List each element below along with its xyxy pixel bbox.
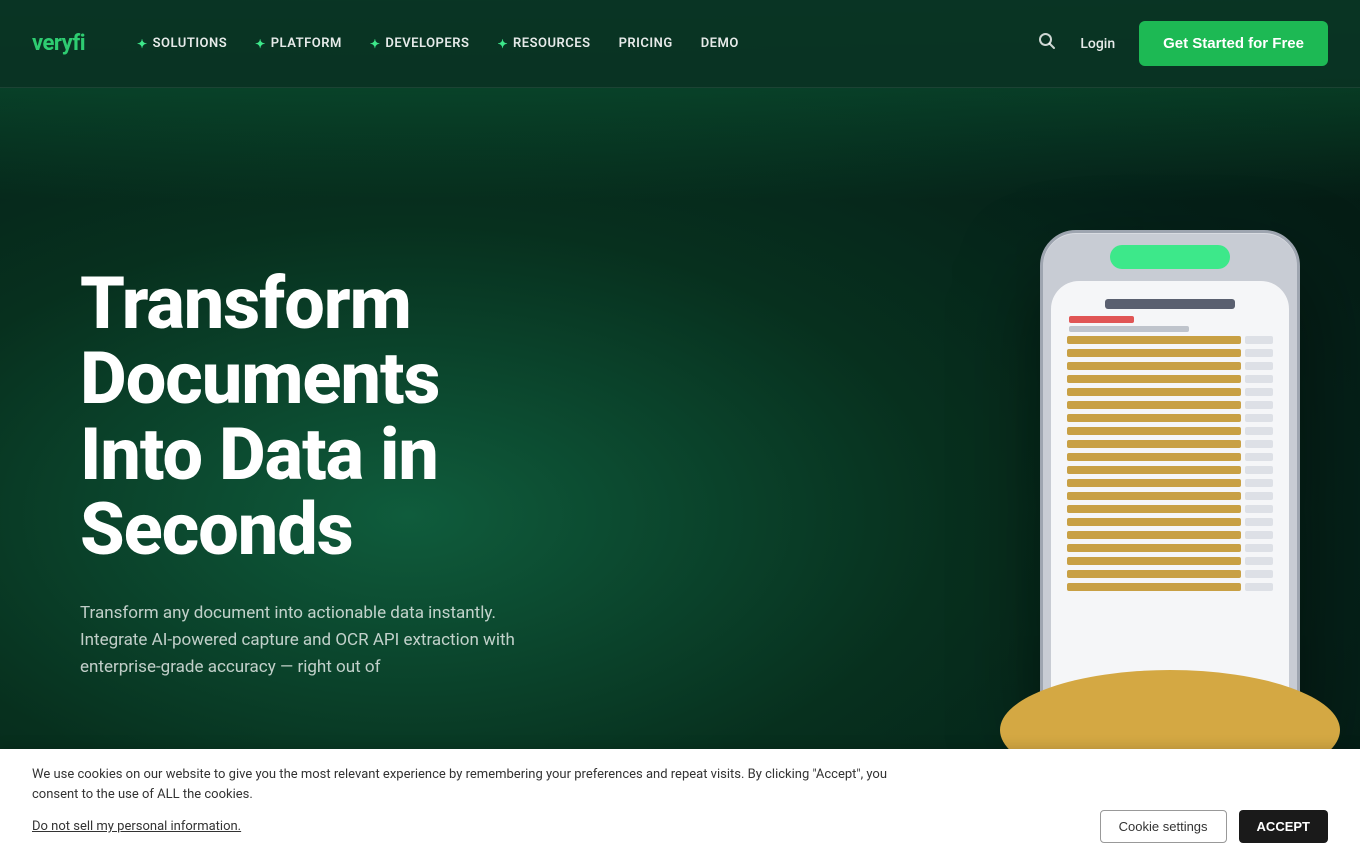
receipt-bar [1067,414,1241,422]
receipt-row [1061,582,1279,592]
receipt-row [1061,491,1279,501]
receipt-bar-light [1245,388,1273,396]
nav-item-resources[interactable]: ✦ RESOURCES [485,28,602,59]
receipt-bar [1067,362,1241,370]
phone-screen [1051,281,1289,719]
nav-item-developers[interactable]: ✦ DEVELOPERS [358,28,482,59]
receipt-bar [1067,531,1241,539]
receipt-bar [1067,349,1241,357]
receipt-bar [1067,453,1241,461]
hero-subtitle: Transform any document into actionable d… [80,600,540,682]
receipt-row [1061,452,1279,462]
hero-content: Transform Documents Into Data in Seconds… [0,206,620,742]
spark-icon-platform: ✦ [255,37,266,51]
receipt-row [1061,530,1279,540]
cookie-settings-button[interactable]: Cookie settings [1100,810,1227,843]
cookie-bottom-row: Do not sell my personal information. Coo… [32,810,1328,843]
receipt-bar-light [1245,479,1273,487]
nav-links: ✦ SOLUTIONS ✦ PLATFORM ✦ DEVELOPERS ✦ RE… [125,28,1038,59]
main-nav: veryfi ✦ SOLUTIONS ✦ PLATFORM ✦ DEVELOPE… [0,0,1360,88]
spark-icon-solutions: ✦ [137,37,148,51]
cookie-accept-button[interactable]: ACCEPT [1239,810,1328,843]
nav-item-demo[interactable]: DEMO [689,28,751,59]
receipt-bar-light [1245,440,1273,448]
receipt-row [1061,504,1279,514]
receipt-row [1061,387,1279,397]
receipt-bar [1067,479,1241,487]
receipt-bar-light [1245,583,1273,591]
hero-title: Transform Documents Into Data in Seconds [80,266,540,568]
phone-illustration [1040,230,1300,730]
receipt-bar-light [1245,544,1273,552]
receipt-row [1061,400,1279,410]
receipt-bar [1067,505,1241,513]
phone-notch [1110,245,1230,269]
receipt-bar-light [1245,349,1273,357]
receipt-bar-light [1245,531,1273,539]
receipt-bar [1067,336,1241,344]
receipt-row [1061,426,1279,436]
phone-device [1040,230,1300,730]
receipt-row [1061,569,1279,579]
nav-item-pricing[interactable]: PRICING [607,28,685,59]
receipt-bar-light [1245,427,1273,435]
receipt-row [1061,517,1279,527]
cookie-actions: Cookie settings ACCEPT [1100,810,1328,843]
spark-icon-resources: ✦ [497,37,508,51]
cookie-banner: We use cookies on our website to give yo… [0,749,1360,859]
receipt-row [1061,478,1279,488]
get-started-button[interactable]: Get Started for Free [1139,21,1328,66]
receipt-row [1061,543,1279,553]
receipt-bar-light [1245,518,1273,526]
login-button[interactable]: Login [1072,32,1123,56]
receipt-bar-light [1245,570,1273,578]
receipt-bar-light [1245,466,1273,474]
receipt-bar [1067,557,1241,565]
receipt-content [1061,293,1279,592]
receipt-bar-light [1245,375,1273,383]
nav-right: Login Get Started for Free [1038,21,1328,66]
receipt-row [1061,374,1279,384]
receipt-bar-light [1245,492,1273,500]
receipt-red-line [1069,316,1134,323]
cookie-message: We use cookies on our website to give yo… [32,765,932,804]
receipt-bar-light [1245,336,1273,344]
search-icon[interactable] [1038,32,1056,55]
logo[interactable]: veryfi [32,31,85,56]
receipt-row [1061,335,1279,345]
receipt-bar-light [1245,505,1273,513]
receipt-bar-light [1245,557,1273,565]
receipt-bar [1067,388,1241,396]
receipt-bar [1067,544,1241,552]
nav-item-platform[interactable]: ✦ PLATFORM [243,28,354,59]
spark-icon-developers: ✦ [370,37,381,51]
receipt-row [1061,348,1279,358]
receipt-row [1061,465,1279,475]
receipt-bar [1067,375,1241,383]
receipt-bar-light [1245,453,1273,461]
receipt-bar [1067,492,1241,500]
cookie-privacy-link[interactable]: Do not sell my personal information. [32,819,241,834]
receipt-row [1061,439,1279,449]
receipt-bar [1067,440,1241,448]
receipt-row [1061,556,1279,566]
receipt-row [1061,361,1279,371]
receipt-bar [1067,570,1241,578]
receipt-bar-light [1245,362,1273,370]
receipt-bar [1067,518,1241,526]
receipt-row [1061,413,1279,423]
receipt-bar-light [1245,414,1273,422]
nav-item-solutions[interactable]: ✦ SOLUTIONS [125,28,239,59]
receipt-bar-light [1245,401,1273,409]
receipt-bar [1067,427,1241,435]
hero-section: Transform Documents Into Data in Seconds… [0,0,1360,859]
receipt-bar [1067,583,1241,591]
receipt-bar [1067,401,1241,409]
receipt-header-line [1105,299,1236,309]
receipt-gray-line [1069,326,1189,332]
receipt-bar [1067,466,1241,474]
